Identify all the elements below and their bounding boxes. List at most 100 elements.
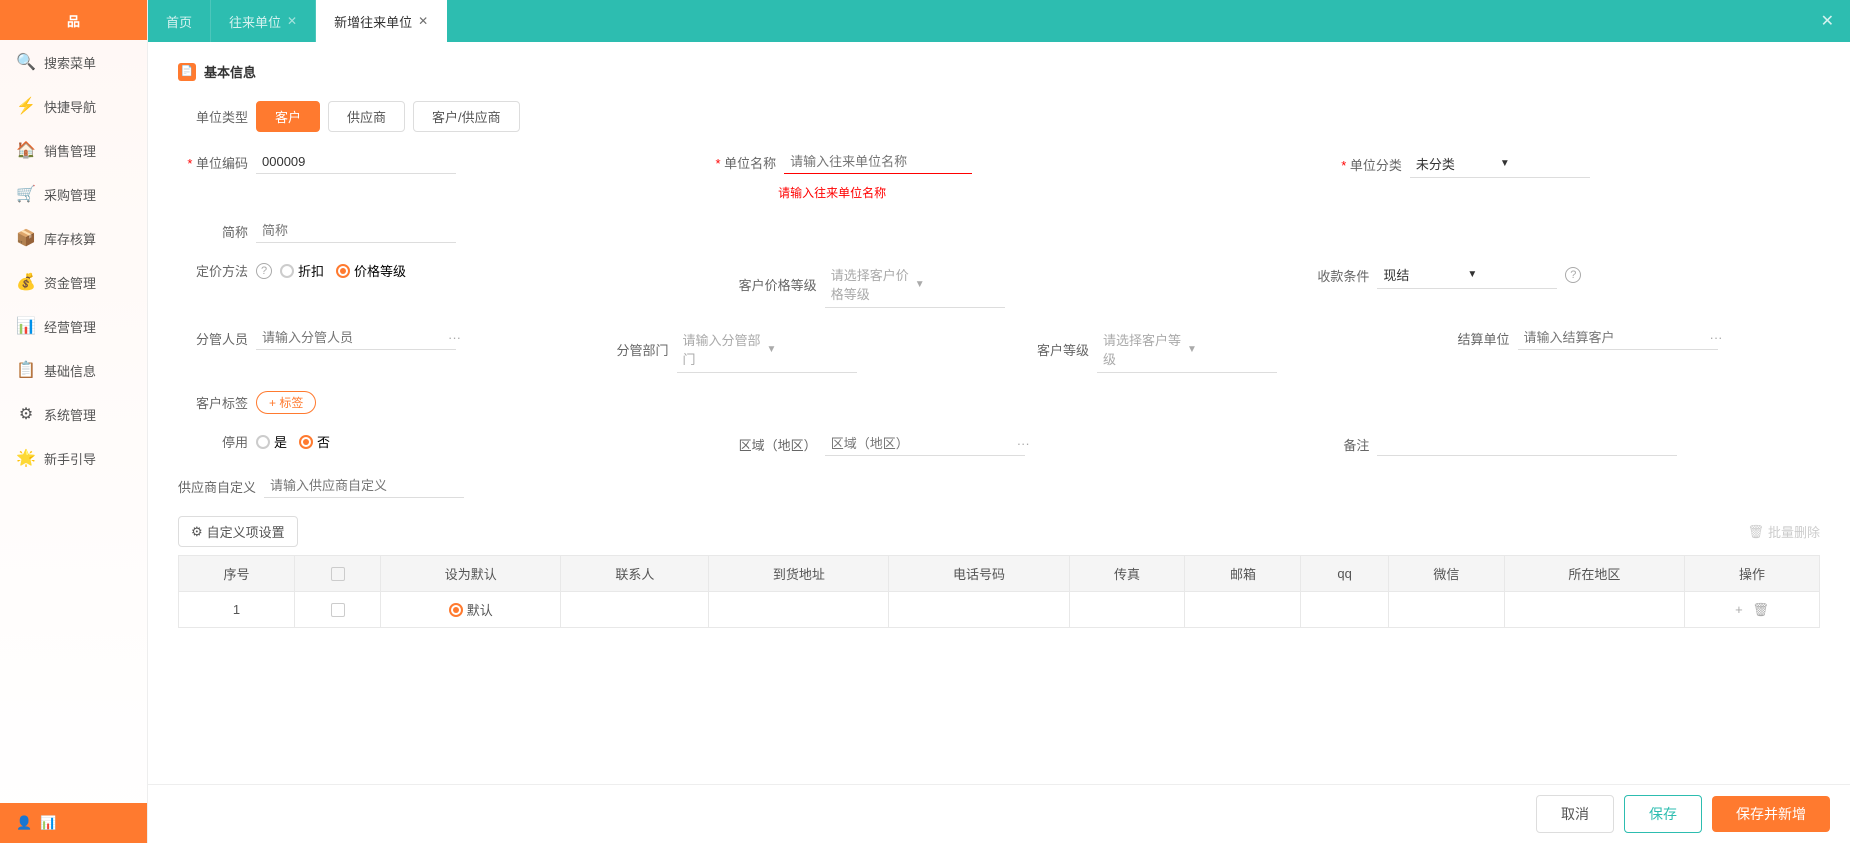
unit-category-chevron: ▼ [1500,158,1584,169]
cell-address[interactable] [709,592,889,628]
radio-level[interactable]: 价格等级 [336,261,406,280]
pricing-method-group: 定价方法 ? 折扣 价格等级 [178,261,699,280]
col-action: 操作 [1684,556,1819,592]
sidebar-item-system[interactable]: ⚙ 系统管理 [0,392,147,436]
customer-price-group: 客户价格等级 请选择客户价格等级 ▼ [699,261,1260,308]
region-action-btn[interactable]: ··· [1013,434,1034,453]
radio-discount[interactable]: 折扣 [280,261,324,280]
sidebar-item-label: 快捷导航 [44,97,96,116]
customer-price-label: 客户价格等级 [739,275,817,294]
save-button[interactable]: 保存 [1624,795,1702,833]
unit-name-input[interactable] [784,150,972,174]
sidebar-item-inventory[interactable]: 📦 库存核算 [0,216,147,260]
cell-action[interactable]: + 🗑 [1684,592,1819,628]
radio-yes[interactable]: 是 [256,432,287,451]
sidebar-item-quick-nav[interactable]: ⚡ 快捷导航 [0,84,147,128]
sidebar-item-basic-info[interactable]: 📋 基础信息 [0,348,147,392]
unit-code-input[interactable] [256,150,456,174]
unit-type-label: 单位类型 [178,107,248,126]
sidebar-item-operations[interactable]: 📊 经营管理 [0,304,147,348]
sidebar-item-label: 资金管理 [44,273,96,292]
save-new-button[interactable]: 保存并新增 [1712,796,1830,832]
tab-home[interactable]: 首页 [148,0,211,42]
sidebar: 品 🔍 搜索菜单 ⚡ 快捷导航 🏠 销售管理 🛒 采购管理 📦 库存核算 💰 资… [0,0,148,843]
pricing-help-icon[interactable]: ? [256,263,272,279]
add-row-btn[interactable]: + [1735,602,1743,617]
sidebar-item-guide[interactable]: 🌟 新手引导 [0,436,147,480]
customer-level-select[interactable]: 请选择客户等级 ▼ [1097,326,1277,373]
settlement-group: 结算单位 ··· [1400,326,1821,350]
batch-delete-button[interactable]: 🗑 批量删除 [1747,522,1820,541]
settlement-action-btn[interactable]: ··· [1706,328,1727,347]
radio-discount-label: 折扣 [298,261,324,280]
tab-partner-close[interactable]: ✕ [287,14,297,28]
sidebar-item-finance[interactable]: 💰 资金管理 [0,260,147,304]
btn-both[interactable]: 客户/供应商 [413,101,520,132]
tab-bar: 首页 往来单位 ✕ 新增往来单位 ✕ ✕ [148,0,1850,42]
unit-type-group: 单位类型 客户 供应商 客户/供应商 [178,101,1820,132]
cell-contact[interactable] [561,592,709,628]
payment-terms-help-icon[interactable]: ? [1565,267,1581,283]
short-name-row: 简称 [178,219,1820,243]
unit-category-select[interactable]: 未分类 ▼ [1410,150,1590,178]
customer-level-chevron: ▼ [1187,344,1271,355]
disabled-radio-group: 是 否 [256,432,330,451]
customer-price-select[interactable]: 请选择客户价格等级 ▼ [825,261,1005,308]
col-qq: qq [1301,556,1388,592]
short-name-group: 简称 [178,219,1820,243]
dept-select[interactable]: 请输入分管部门 ▼ [677,326,857,373]
manager-input[interactable] [256,326,444,349]
sidebar-item-purchase[interactable]: 🛒 采购管理 [0,172,147,216]
sidebar-item-sales[interactable]: 🏠 销售管理 [0,128,147,172]
customer-price-chevron: ▼ [915,279,999,290]
cell-qq[interactable] [1301,592,1388,628]
cell-wechat[interactable] [1388,592,1504,628]
payment-terms-select[interactable]: 现结 ▼ [1377,261,1557,289]
custom-settings-button[interactable]: ⚙ 自定义项设置 [178,516,298,547]
section-title-text: 基本信息 [204,62,256,81]
search-menu-icon: 🔍 [16,52,36,72]
btn-customer[interactable]: 客户 [256,101,320,132]
operations-icon: 📊 [16,316,36,336]
settlement-input[interactable] [1518,326,1706,349]
radio-level-label: 价格等级 [354,261,406,280]
col-wechat: 微信 [1388,556,1504,592]
cell-fax[interactable] [1069,592,1185,628]
radio-level-circle [336,264,350,278]
col-address: 到货地址 [709,556,889,592]
col-checkbox[interactable] [294,556,380,592]
tab-partner[interactable]: 往来单位 ✕ [211,0,316,42]
sidebar-item-search[interactable]: 🔍 搜索菜单 [0,40,147,84]
col-email: 邮箱 [1185,556,1301,592]
tab-home-label: 首页 [166,12,192,31]
remark-input[interactable] [1377,432,1677,456]
delete-row-btn[interactable]: 🗑 [1752,602,1769,617]
tag-group: 客户标签 + 标签 [178,391,1820,414]
system-icon: ⚙ [16,404,36,424]
cell-phone[interactable] [889,592,1069,628]
sidebar-bottom: 👤 📊 [0,803,147,843]
col-phone: 电话号码 [889,556,1069,592]
trash-icon: 🗑 [1747,524,1764,540]
payment-terms-group: 收款条件 现结 ▼ ? [1259,261,1820,289]
table-row: 1 默认 [179,592,1820,628]
short-name-label: 简称 [178,222,248,241]
radio-no[interactable]: 否 [299,432,330,451]
region-input[interactable] [825,432,1013,455]
cell-region[interactable] [1504,592,1684,628]
radio-discount-circle [280,264,294,278]
supplier-custom-input[interactable] [264,474,464,498]
tab-new-partner-close[interactable]: ✕ [418,14,428,28]
cell-checkbox[interactable] [294,592,380,628]
cancel-button[interactable]: 取消 [1536,795,1614,833]
dept-group: 分管部门 请输入分管部门 ▼ [559,326,980,373]
cell-email[interactable] [1185,592,1301,628]
cell-default[interactable]: 默认 [381,592,561,628]
add-tag-button[interactable]: + 标签 [256,391,316,414]
unit-name-error: 请输入往来单位名称 [778,184,886,201]
tab-close-all[interactable]: ✕ [1805,0,1850,42]
short-name-input[interactable] [256,219,456,243]
tab-new-partner[interactable]: 新增往来单位 ✕ [316,0,447,42]
manager-action-btn[interactable]: ··· [444,328,465,347]
btn-supplier[interactable]: 供应商 [328,101,405,132]
